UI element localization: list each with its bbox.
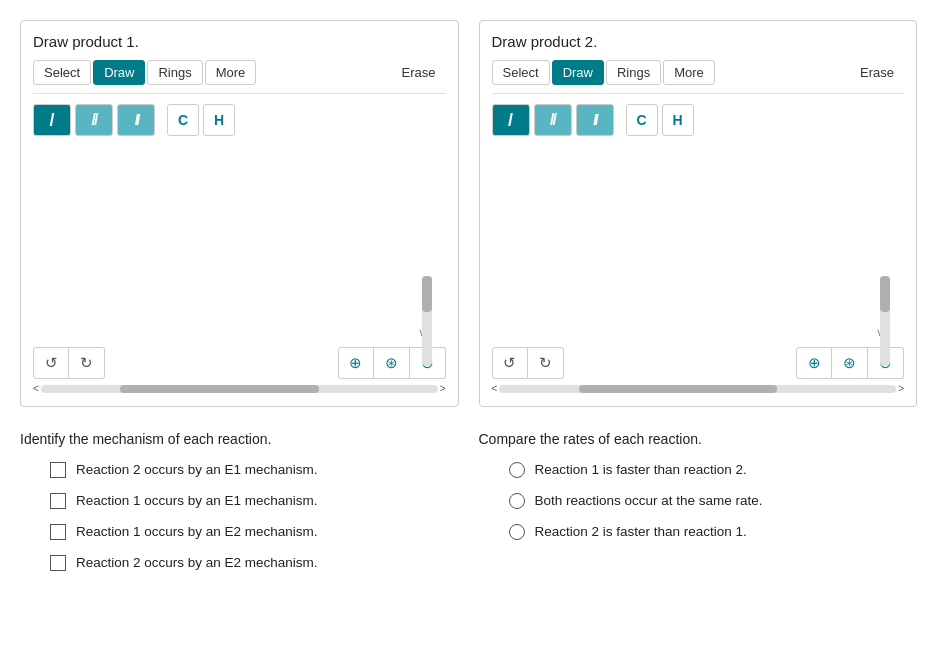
question1-checkbox-1[interactable] [50, 462, 66, 478]
question1-option-4: Reaction 2 occurs by an E2 mechanism. [20, 554, 459, 573]
question2-option-2: Both reactions occur at the same rate. [479, 492, 918, 511]
panel1-undo-btn[interactable]: ↺ [33, 347, 69, 379]
panel1-vertical-scrollbar[interactable] [422, 274, 432, 364]
panel1-more-btn[interactable]: More [205, 60, 257, 85]
question1-option-3: Reaction 1 occurs by an E2 mechanism. [20, 523, 459, 542]
question2-option-1: Reaction 1 is faster than reaction 2. [479, 461, 918, 480]
panel1-double-bond-btn[interactable]: // [75, 104, 113, 136]
panel1-chevron-down: ∨ [33, 326, 446, 339]
panel1-redo-btn[interactable]: ↻ [69, 347, 105, 379]
question1-option-text-3: Reaction 1 occurs by an E2 mechanism. [76, 523, 318, 542]
panel2-bottom-controls: ↺ ↻ ⊕ ⊛ ⊖ [492, 347, 905, 379]
panel1-undo-redo: ↺ ↻ [33, 347, 105, 379]
panel2-more-btn[interactable]: More [663, 60, 715, 85]
panel1-scroll-left[interactable]: < [33, 383, 39, 394]
panel2-draw-btn[interactable]: Draw [552, 60, 604, 85]
question2-title: Compare the rates of each reaction. [479, 431, 918, 447]
panel1-single-bond-btn[interactable]: / [33, 104, 71, 136]
panel2-single-bond-btn[interactable]: / [492, 104, 530, 136]
panel1-zoom-in-btn[interactable]: ⊕ [338, 347, 374, 379]
question1-title: Identify the mechanism of each reaction. [20, 431, 459, 447]
question1-option-text-1: Reaction 2 occurs by an E1 mechanism. [76, 461, 318, 480]
question1-option-text-2: Reaction 1 occurs by an E1 mechanism. [76, 492, 318, 511]
question2-radio-2[interactable] [509, 493, 525, 509]
panel2-scroll-left[interactable]: < [492, 383, 498, 394]
panel1-rings-btn[interactable]: Rings [147, 60, 202, 85]
panel2-chevron-down: ∨ [492, 326, 905, 339]
question1-checkbox-4[interactable] [50, 555, 66, 571]
panel2-title: Draw product 2. [492, 33, 905, 50]
panel1-select-btn[interactable]: Select [33, 60, 91, 85]
question2-block: Compare the rates of each reaction. Reac… [479, 431, 918, 585]
panel1-horizontal-scroll[interactable]: < > [33, 383, 446, 394]
panel2-vertical-scrollbar[interactable] [880, 274, 890, 364]
draw-panel-2: Draw product 2. Select Draw Rings More E… [479, 20, 918, 407]
panel2-scroll-track[interactable] [499, 385, 896, 393]
panel2-canvas[interactable] [492, 144, 905, 324]
panel2-triple-bond-btn[interactable]: /// [576, 104, 614, 136]
panel1-erase-btn[interactable]: Erase [392, 61, 446, 84]
panel2-carbon-btn[interactable]: C [626, 104, 658, 136]
question2-radio-1[interactable] [509, 462, 525, 478]
question1-option-2: Reaction 1 occurs by an E1 mechanism. [20, 492, 459, 511]
question2-radio-3[interactable] [509, 524, 525, 540]
question1-block: Identify the mechanism of each reaction.… [20, 431, 459, 585]
panel1-hydrogen-btn[interactable]: H [203, 104, 235, 136]
panel2-rings-btn[interactable]: Rings [606, 60, 661, 85]
panel1-draw-btn[interactable]: Draw [93, 60, 145, 85]
panel2-bond-toolbar: / // /// C H [492, 104, 905, 136]
question1-checkbox-2[interactable] [50, 493, 66, 509]
question2-option-text-1: Reaction 1 is faster than reaction 2. [535, 461, 747, 480]
panel2-erase-btn[interactable]: Erase [850, 61, 904, 84]
panel1-toolbar: Select Draw Rings More Erase [33, 60, 446, 94]
panel1-scroll-right[interactable]: > [440, 383, 446, 394]
panel2-hydrogen-btn[interactable]: H [662, 104, 694, 136]
question1-checkbox-3[interactable] [50, 524, 66, 540]
question1-option-1: Reaction 2 occurs by an E1 mechanism. [20, 461, 459, 480]
question2-option-text-3: Reaction 2 is faster than reaction 1. [535, 523, 747, 542]
panel2-double-bond-btn[interactable]: // [534, 104, 572, 136]
panel2-select-btn[interactable]: Select [492, 60, 550, 85]
draw-panels-container: Draw product 1. Select Draw Rings More E… [20, 20, 917, 407]
panel1-triple-bond-btn[interactable]: /// [117, 104, 155, 136]
panel2-toolbar: Select Draw Rings More Erase [492, 60, 905, 94]
panel2-undo-redo: ↺ ↻ [492, 347, 564, 379]
panel2-redo-btn[interactable]: ↻ [528, 347, 564, 379]
panel2-scroll-right[interactable]: > [898, 383, 904, 394]
panel1-carbon-btn[interactable]: C [167, 104, 199, 136]
panel1-canvas[interactable] [33, 144, 446, 324]
panel1-bottom-controls: ↺ ↻ ⊕ ⊛ ⊖ [33, 347, 446, 379]
panel1-title: Draw product 1. [33, 33, 446, 50]
panel1-zoom-fit-btn[interactable]: ⊛ [374, 347, 410, 379]
question2-option-text-2: Both reactions occur at the same rate. [535, 492, 763, 511]
panel2-zoom-in-btn[interactable]: ⊕ [796, 347, 832, 379]
question1-option-text-4: Reaction 2 occurs by an E2 mechanism. [76, 554, 318, 573]
draw-panel-1: Draw product 1. Select Draw Rings More E… [20, 20, 459, 407]
panel2-zoom-fit-btn[interactable]: ⊛ [832, 347, 868, 379]
question2-option-3: Reaction 2 is faster than reaction 1. [479, 523, 918, 542]
panel1-scroll-track[interactable] [41, 385, 438, 393]
questions-section: Identify the mechanism of each reaction.… [20, 431, 917, 585]
panel2-undo-btn[interactable]: ↺ [492, 347, 528, 379]
panel2-horizontal-scroll[interactable]: < > [492, 383, 905, 394]
panel1-bond-toolbar: / // /// C H [33, 104, 446, 136]
